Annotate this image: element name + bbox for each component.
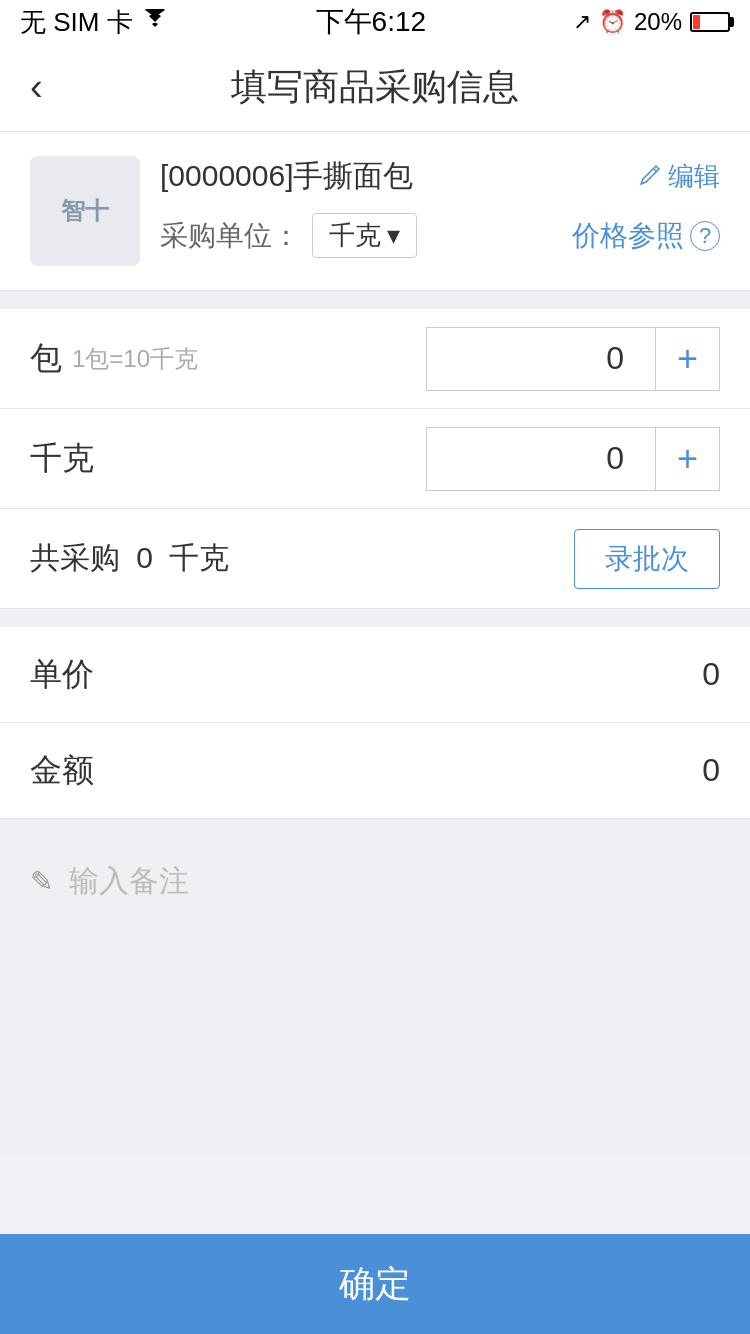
batch-button-wrapper: 录批次	[574, 529, 720, 589]
edit-label: 编辑	[668, 159, 720, 194]
unit-label: 采购单位：	[160, 217, 300, 255]
status-right: ↗ ⏰ 20%	[573, 8, 730, 36]
amount-value: 0	[702, 752, 720, 789]
pencil-icon: ✎	[30, 865, 53, 898]
product-id: [0000006]	[160, 159, 293, 192]
bag-label-text: 包	[30, 337, 62, 381]
status-left: 无 SIM 卡	[20, 5, 169, 40]
status-time: 下午6:12	[316, 3, 427, 41]
bag-sublabel: 1包=10千克	[72, 343, 198, 375]
kg-label: 千克	[30, 437, 94, 481]
confirm-label: 确定	[339, 1260, 411, 1309]
bag-label: 包 1包=10千克	[30, 337, 198, 381]
edit-button[interactable]: 编辑	[638, 159, 720, 194]
bag-plus-button[interactable]: +	[656, 327, 720, 391]
unit-price-label: 单价	[30, 653, 94, 697]
bag-input-row: 包 1包=10千克 +	[0, 309, 750, 409]
product-image: 智十	[30, 156, 140, 266]
kg-plus-button[interactable]: +	[656, 427, 720, 491]
product-name-row: [0000006]手撕面包 编辑	[160, 156, 720, 197]
unit-select[interactable]: 千克 ▾	[312, 213, 417, 258]
unit-value: 千克	[329, 218, 381, 253]
product-card: 智十 [0000006]手撕面包 编辑 采购单位： 千克 ▾	[0, 132, 750, 291]
confirm-bar[interactable]: 确定	[0, 1234, 750, 1334]
batch-button[interactable]: 录批次	[574, 529, 720, 589]
wifi-icon	[141, 7, 169, 38]
summary-text: 共采购 0 千克	[30, 538, 229, 579]
battery-percent: 20%	[634, 8, 682, 36]
price-section: 单价 0 金额 0	[0, 627, 750, 819]
summary-amount: 0	[136, 541, 153, 574]
battery-icon	[690, 12, 730, 32]
nav-bar: ‹ 填写商品采购信息	[0, 44, 750, 132]
product-title: 手撕面包	[293, 159, 413, 192]
kg-input-row: 千克 +	[0, 409, 750, 509]
kg-label-text: 千克	[30, 437, 94, 481]
product-unit-row: 采购单位： 千克 ▾ 价格参照 ?	[160, 213, 720, 258]
quantity-section: 包 1包=10千克 + 千克 + 共采购 0 千克	[0, 309, 750, 609]
amount-row: 金额 0	[0, 723, 750, 819]
kg-quantity-input[interactable]	[426, 427, 656, 491]
unit-price-row: 单价 0	[0, 627, 750, 723]
location-icon: ↗	[573, 9, 591, 35]
product-info: [0000006]手撕面包 编辑 采购单位： 千克 ▾ 价格参照 ?	[160, 156, 720, 258]
dropdown-icon: ▾	[387, 220, 400, 251]
price-ref-label: 价格参照	[572, 217, 684, 255]
amount-label: 金额	[30, 749, 94, 793]
price-ref-button[interactable]: 价格参照 ?	[572, 217, 720, 255]
bag-input-right: +	[426, 327, 720, 391]
product-image-text: 智十	[61, 195, 109, 227]
alarm-icon: ⏰	[599, 9, 626, 35]
section-divider-1	[0, 291, 750, 309]
notes-placeholder: 输入备注	[69, 861, 189, 902]
summary-unit: 千克	[169, 541, 229, 574]
back-button[interactable]: ‹	[20, 56, 53, 119]
product-name: [0000006]手撕面包	[160, 156, 413, 197]
bottom-spacer	[0, 957, 750, 1157]
status-bar: 无 SIM 卡 下午6:12 ↗ ⏰ 20%	[0, 0, 750, 44]
kg-input-right: +	[426, 427, 720, 491]
summary-row: 共采购 0 千克 录批次	[0, 509, 750, 609]
section-divider-3	[0, 819, 750, 837]
bag-quantity-input[interactable]	[426, 327, 656, 391]
section-divider-2	[0, 609, 750, 627]
no-sim-text: 无 SIM 卡	[20, 5, 133, 40]
summary-label: 共采购	[30, 541, 120, 574]
page-title: 填写商品采购信息	[231, 63, 519, 112]
unit-price-value: 0	[702, 656, 720, 693]
notes-section[interactable]: ✎ 输入备注	[0, 837, 750, 957]
price-ref-icon: ?	[690, 221, 720, 251]
